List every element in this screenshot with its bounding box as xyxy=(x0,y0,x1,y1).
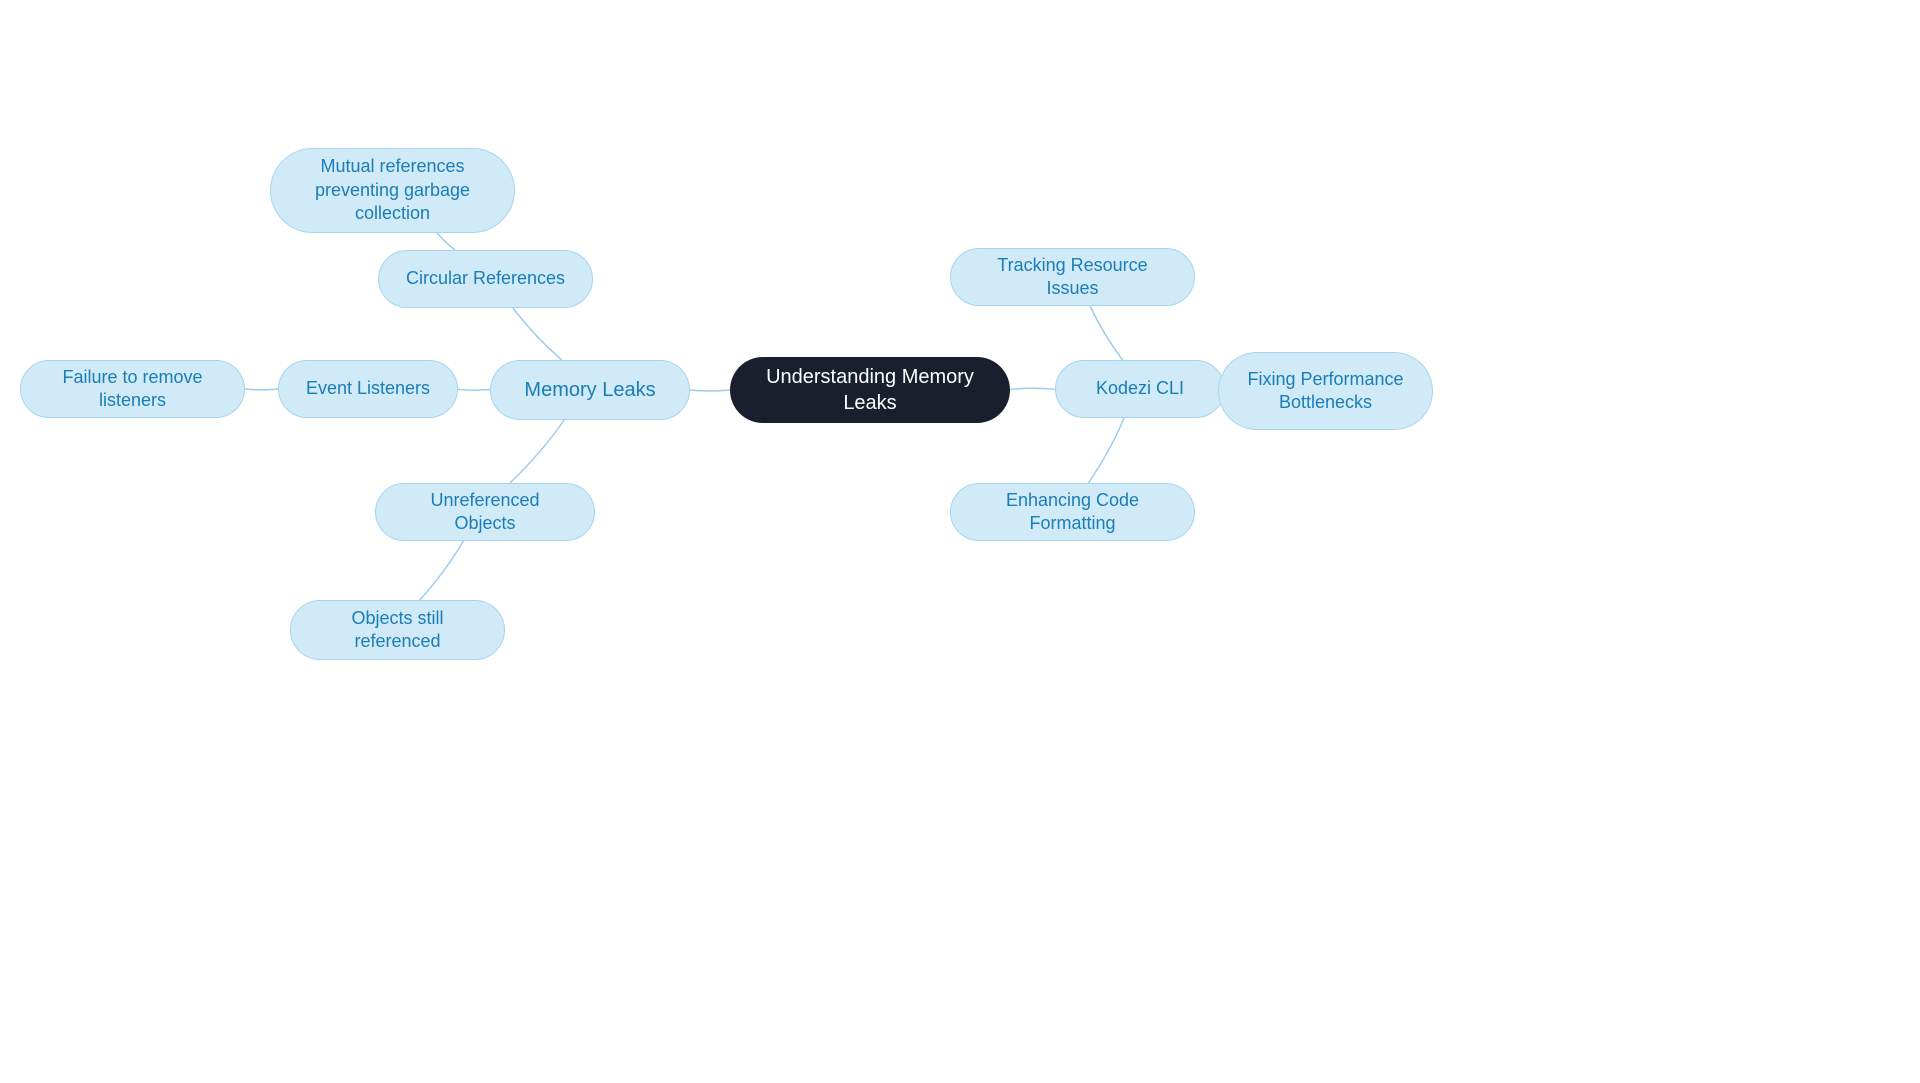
failure-to-remove-node[interactable]: Failure to remove listeners xyxy=(20,360,245,418)
enhancing-code-node[interactable]: Enhancing Code Formatting xyxy=(950,483,1195,541)
kodezi-cli-node[interactable]: Kodezi CLI xyxy=(1055,360,1225,418)
unreferenced-objects-node[interactable]: Unreferenced Objects xyxy=(375,483,595,541)
mutual-references-node[interactable]: Mutual references preventing garbage col… xyxy=(270,148,515,233)
circular-references-node[interactable]: Circular References xyxy=(378,250,593,308)
fixing-performance-node[interactable]: Fixing Performance Bottlenecks xyxy=(1218,352,1433,430)
objects-still-referenced-node[interactable]: Objects still referenced xyxy=(290,600,505,660)
event-listeners-node[interactable]: Event Listeners xyxy=(278,360,458,418)
memory-leaks-node[interactable]: Memory Leaks xyxy=(490,360,690,420)
tracking-resource-node[interactable]: Tracking Resource Issues xyxy=(950,248,1195,306)
center-node[interactable]: Understanding Memory Leaks xyxy=(730,357,1010,423)
